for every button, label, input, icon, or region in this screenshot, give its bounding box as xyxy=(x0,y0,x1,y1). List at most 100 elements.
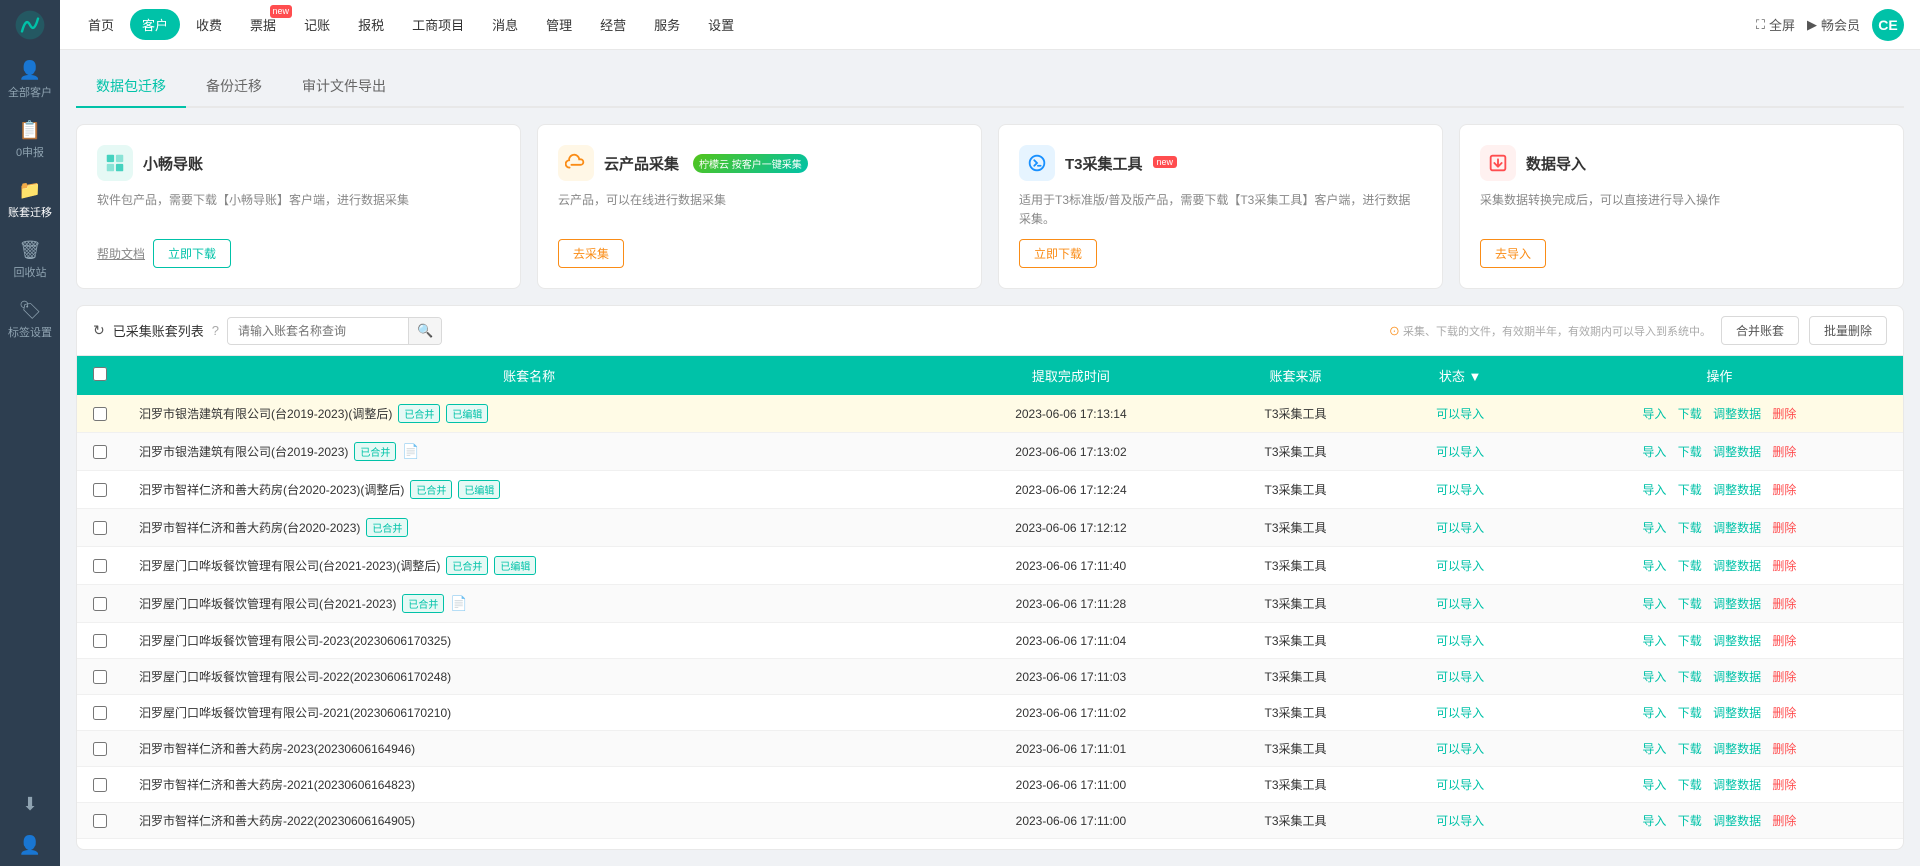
tab-data-migration[interactable]: 数据包迁移 xyxy=(76,66,186,108)
import-link[interactable]: 导入 xyxy=(1638,521,1670,535)
vip-button[interactable]: ▶ 畅会员 xyxy=(1807,15,1860,34)
adjust-link[interactable]: 调整数据 xyxy=(1709,521,1765,535)
cloud-collect-btn[interactable]: 去采集 xyxy=(558,239,624,268)
sidebar-item-recycle[interactable]: 🗑 回收站 xyxy=(0,230,60,290)
download-link[interactable]: 下载 xyxy=(1674,706,1706,720)
delete-link[interactable]: 删除 xyxy=(1768,559,1800,573)
nav-service[interactable]: 服务 xyxy=(642,9,692,40)
row-checkbox[interactable] xyxy=(93,778,107,792)
download-link[interactable]: 下载 xyxy=(1674,634,1706,648)
adjust-link[interactable]: 调整数据 xyxy=(1709,445,1765,459)
row-checkbox[interactable] xyxy=(93,634,107,648)
download-link[interactable]: 下载 xyxy=(1674,597,1706,611)
file-icon[interactable]: 📄 xyxy=(450,595,467,612)
nav-message[interactable]: 消息 xyxy=(480,9,530,40)
fullscreen-button[interactable]: ⛶ 全屏 xyxy=(1756,15,1795,34)
delete-link[interactable]: 删除 xyxy=(1768,521,1800,535)
adjust-link[interactable]: 调整数据 xyxy=(1709,778,1765,792)
import-link[interactable]: 导入 xyxy=(1638,483,1670,497)
download-link[interactable]: 下载 xyxy=(1674,521,1706,535)
nav-customer[interactable]: 客户 xyxy=(130,9,180,40)
merge-accounts-btn[interactable]: 合并账套 xyxy=(1721,316,1799,345)
sidebar-item-zero-report[interactable]: 📋 0申报 xyxy=(0,110,60,170)
import-link[interactable]: 导入 xyxy=(1638,706,1670,720)
download-link[interactable]: 下载 xyxy=(1674,559,1706,573)
nav-billing[interactable]: 收费 xyxy=(184,9,234,40)
nav-home[interactable]: 首页 xyxy=(76,9,126,40)
download-link[interactable]: 下载 xyxy=(1674,742,1706,756)
adjust-link[interactable]: 调整数据 xyxy=(1709,559,1765,573)
download-link[interactable]: 下载 xyxy=(1674,407,1706,421)
row-checkbox[interactable] xyxy=(93,670,107,684)
download-link[interactable]: 下载 xyxy=(1674,483,1706,497)
row-checkbox[interactable] xyxy=(93,407,107,421)
help-icon[interactable]: ? xyxy=(212,323,219,338)
row-checkbox[interactable] xyxy=(93,559,107,573)
t3-download-btn[interactable]: 立即下载 xyxy=(1019,239,1097,268)
nav-invoice[interactable]: 票据 new xyxy=(238,9,288,40)
delete-link[interactable]: 删除 xyxy=(1768,445,1800,459)
sidebar-item-download[interactable]: ⬇ xyxy=(0,784,60,825)
import-link[interactable]: 导入 xyxy=(1638,445,1670,459)
app-logo[interactable] xyxy=(0,0,60,50)
adjust-link[interactable]: 调整数据 xyxy=(1709,814,1765,828)
adjust-link[interactable]: 调整数据 xyxy=(1709,407,1765,421)
search-input[interactable] xyxy=(228,319,408,343)
download-link[interactable]: 下载 xyxy=(1674,445,1706,459)
tab-backup-migration[interactable]: 备份迁移 xyxy=(186,66,282,108)
import-link[interactable]: 导入 xyxy=(1638,814,1670,828)
adjust-link[interactable]: 调整数据 xyxy=(1709,706,1765,720)
download-link[interactable]: 下载 xyxy=(1674,778,1706,792)
download-link[interactable]: 下载 xyxy=(1674,814,1706,828)
import-link[interactable]: 导入 xyxy=(1638,778,1670,792)
row-checkbox[interactable] xyxy=(93,445,107,459)
import-link[interactable]: 导入 xyxy=(1638,559,1670,573)
row-checkbox[interactable] xyxy=(93,742,107,756)
tab-audit-export[interactable]: 审计文件导出 xyxy=(282,66,406,108)
import-go-btn[interactable]: 去导入 xyxy=(1480,239,1546,268)
delete-link[interactable]: 删除 xyxy=(1768,634,1800,648)
delete-link[interactable]: 删除 xyxy=(1768,670,1800,684)
adjust-link[interactable]: 调整数据 xyxy=(1709,597,1765,611)
row-checkbox[interactable] xyxy=(93,483,107,497)
select-all-checkbox[interactable] xyxy=(93,367,107,381)
delete-link[interactable]: 删除 xyxy=(1768,814,1800,828)
delete-link[interactable]: 删除 xyxy=(1768,597,1800,611)
xiaochangdaozhang-download-btn[interactable]: 立即下载 xyxy=(153,239,231,268)
import-link[interactable]: 导入 xyxy=(1638,407,1670,421)
row-checkbox[interactable] xyxy=(93,814,107,828)
sidebar-item-tag-settings[interactable]: 🏷 标签设置 xyxy=(0,290,60,350)
search-button[interactable]: 🔍 xyxy=(408,318,441,344)
user-avatar[interactable]: CE xyxy=(1872,9,1904,41)
sidebar-item-all-clients[interactable]: 👤 全部客户 xyxy=(0,50,60,110)
adjust-link[interactable]: 调整数据 xyxy=(1709,634,1765,648)
adjust-link[interactable]: 调整数据 xyxy=(1709,483,1765,497)
import-link[interactable]: 导入 xyxy=(1638,670,1670,684)
refresh-icon[interactable]: ↻ xyxy=(93,322,105,339)
sidebar-item-user-profile[interactable]: 👤 xyxy=(0,825,60,866)
nav-accounting[interactable]: 记账 xyxy=(292,9,342,40)
nav-settings[interactable]: 设置 xyxy=(696,9,746,40)
delete-link[interactable]: 删除 xyxy=(1768,407,1800,421)
delete-link[interactable]: 删除 xyxy=(1768,483,1800,497)
sidebar-item-account-migration[interactable]: 📁 账套迁移 xyxy=(0,170,60,230)
download-link[interactable]: 下载 xyxy=(1674,670,1706,684)
file-icon[interactable]: 📄 xyxy=(402,443,419,460)
batch-delete-btn[interactable]: 批量删除 xyxy=(1809,316,1887,345)
import-link[interactable]: 导入 xyxy=(1638,597,1670,611)
nav-tax[interactable]: 报税 xyxy=(346,9,396,40)
row-checkbox[interactable] xyxy=(93,521,107,535)
delete-link[interactable]: 删除 xyxy=(1768,778,1800,792)
adjust-link[interactable]: 调整数据 xyxy=(1709,742,1765,756)
row-checkbox[interactable] xyxy=(93,597,107,611)
nav-management[interactable]: 管理 xyxy=(534,9,584,40)
row-checkbox[interactable] xyxy=(93,706,107,720)
import-link[interactable]: 导入 xyxy=(1638,742,1670,756)
import-link[interactable]: 导入 xyxy=(1638,634,1670,648)
adjust-link[interactable]: 调整数据 xyxy=(1709,670,1765,684)
delete-link[interactable]: 删除 xyxy=(1768,706,1800,720)
nav-bizproject[interactable]: 工商项目 xyxy=(400,9,476,40)
delete-link[interactable]: 删除 xyxy=(1768,742,1800,756)
nav-operation[interactable]: 经营 xyxy=(588,9,638,40)
help-doc-link[interactable]: 帮助文档 xyxy=(97,245,145,262)
